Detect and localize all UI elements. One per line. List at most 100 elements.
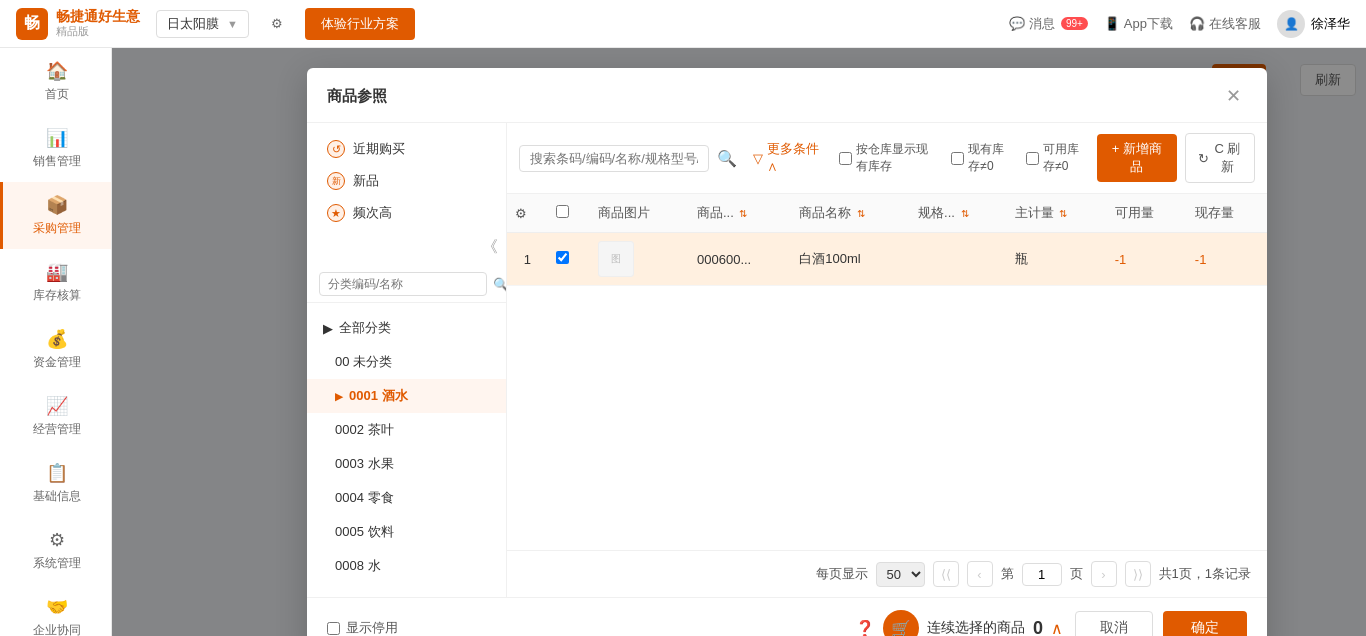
total-label: 共1页，1条记录 bbox=[1159, 565, 1251, 583]
trial-button[interactable]: 体验行业方案 bbox=[305, 8, 415, 40]
refresh-button[interactable]: ↻ C 刷新 bbox=[1185, 133, 1255, 183]
page-suffix: 页 bbox=[1070, 565, 1083, 583]
recent-label: 近期购买 bbox=[353, 140, 405, 158]
select-all-checkbox[interactable] bbox=[556, 205, 569, 218]
category-appliances[interactable]: 0010 家电 bbox=[307, 583, 506, 587]
first-page-button[interactable]: ⟨⟨ bbox=[933, 561, 959, 587]
help-icon[interactable]: ❓ bbox=[855, 619, 875, 637]
cancel-button[interactable]: 取消 bbox=[1075, 611, 1153, 636]
filter-recent[interactable]: ↺ 近期购买 bbox=[319, 133, 494, 165]
cart-collapse-icon[interactable]: ∧ bbox=[1051, 619, 1063, 637]
product-table-wrap: ⚙ 商品图片 商品... ⇅ 商品名称 ⇅ bbox=[507, 194, 1267, 550]
logo-area: 畅 畅捷通好生意 精品版 bbox=[16, 8, 140, 40]
name-sort-icon[interactable]: ⇅ bbox=[857, 208, 865, 219]
store-selector[interactable]: 日太阳膜 ▼ bbox=[156, 10, 249, 38]
available-stock-checkbox[interactable]: 现有库存≠0 bbox=[951, 141, 1014, 175]
home-icon: 🏠 bbox=[46, 60, 68, 82]
sidebar-item-sales[interactable]: 📊 销售管理 bbox=[0, 115, 111, 182]
sidebar-item-basic[interactable]: 📋 基础信息 bbox=[0, 450, 111, 517]
main-layout: 🏠 首页 📊 销售管理 📦 采购管理 🏭 库存核算 💰 资金管理 📈 经营管理 … bbox=[0, 48, 1366, 636]
page-number-input[interactable] bbox=[1022, 563, 1062, 586]
row-spec bbox=[910, 233, 1007, 286]
category-uncategorized[interactable]: 00 未分类 bbox=[307, 345, 506, 379]
sidebar-label-system: 系统管理 bbox=[33, 555, 81, 572]
modal-title: 商品参照 bbox=[327, 87, 387, 106]
category-water[interactable]: 0008 水 bbox=[307, 549, 506, 583]
sidebar-label-sales: 销售管理 bbox=[33, 153, 81, 170]
dropdown-arrow-icon: ▼ bbox=[227, 18, 238, 30]
page-size-label: 每页显示 bbox=[816, 565, 868, 583]
product-search-icon[interactable]: 🔍 bbox=[717, 149, 737, 168]
category-search-icon[interactable]: 🔍 bbox=[493, 277, 507, 292]
code-sort-icon[interactable]: ⇅ bbox=[739, 208, 747, 219]
freq-label: 频次高 bbox=[353, 204, 392, 222]
row-no: 1 bbox=[507, 233, 548, 286]
category-all[interactable]: ▶ 全部分类 bbox=[307, 311, 506, 345]
cart-label: 连续选择的商品 bbox=[927, 619, 1025, 636]
cart-area: ❓ 🛒 连续选择的商品 0 ∧ bbox=[855, 610, 1063, 636]
table-row[interactable]: 1 图 bbox=[507, 233, 1267, 286]
modal-header: 商品参照 ✕ bbox=[307, 68, 1267, 123]
left-panel: ↺ 近期购买 新 新品 ★ 频次高 《 bbox=[307, 123, 507, 597]
headset-icon: 🎧 bbox=[1189, 16, 1205, 31]
category-drinks[interactable]: 0005 饮料 bbox=[307, 515, 506, 549]
col-checkbox bbox=[548, 194, 590, 233]
content-area: 查询 设置 刷新 商品参照 ✕ ↺ 近期购买 bbox=[112, 48, 1366, 636]
show-disabled-checkbox[interactable] bbox=[327, 622, 340, 635]
new-label: 新品 bbox=[353, 172, 379, 190]
warehouse-stock-checkbox[interactable]: 按仓库显示现有库存 bbox=[839, 141, 939, 175]
product-image: 图 bbox=[598, 241, 634, 277]
prev-page-button[interactable]: ‹ bbox=[967, 561, 993, 587]
sidebar-label-inventory: 库存核算 bbox=[33, 287, 81, 304]
sidebar-item-system[interactable]: ⚙ 系统管理 bbox=[0, 517, 111, 584]
sidebar-item-enterprise[interactable]: 🤝 企业协同 bbox=[0, 584, 111, 636]
category-search-input[interactable] bbox=[319, 272, 487, 296]
right-panel: 🔍 ▽ 更多条件 ∧ 按仓库显示现有库存 bbox=[507, 123, 1267, 597]
unit-sort-icon[interactable]: ⇅ bbox=[1059, 208, 1067, 219]
message-button[interactable]: 💬 消息 99+ bbox=[1009, 15, 1088, 33]
category-snacks[interactable]: 0004 零食 bbox=[307, 481, 506, 515]
page-label: 第 bbox=[1001, 565, 1014, 583]
product-search-input[interactable] bbox=[519, 145, 709, 172]
category-liquor[interactable]: ▶ 0001 酒水 bbox=[307, 379, 506, 413]
usable-stock-checkbox[interactable]: 可用库存≠0 bbox=[1026, 141, 1089, 175]
collapse-button[interactable]: 《 bbox=[307, 237, 506, 266]
modal-close-button[interactable]: ✕ bbox=[1219, 82, 1247, 110]
filter-frequent[interactable]: ★ 频次高 bbox=[319, 197, 494, 229]
category-tea[interactable]: 0002 茶叶 bbox=[307, 413, 506, 447]
topbar-right: 💬 消息 99+ 📱 App下载 🎧 在线客服 👤 徐泽华 bbox=[1009, 10, 1350, 38]
sidebar-item-inventory[interactable]: 🏭 库存核算 bbox=[0, 249, 111, 316]
confirm-button[interactable]: 确定 bbox=[1163, 611, 1247, 636]
sidebar-item-purchase[interactable]: 📦 采购管理 bbox=[0, 182, 111, 249]
category-fruits[interactable]: 0003 水果 bbox=[307, 447, 506, 481]
product-reference-modal: 商品参照 ✕ ↺ 近期购买 新 新品 bbox=[307, 68, 1267, 636]
next-page-button[interactable]: › bbox=[1091, 561, 1117, 587]
topbar: 畅 畅捷通好生意 精品版 日太阳膜 ▼ ⚙ 体验行业方案 💬 消息 99+ 📱 … bbox=[0, 0, 1366, 48]
row-avail: -1 bbox=[1107, 233, 1187, 286]
last-page-button[interactable]: ⟩⟩ bbox=[1125, 561, 1151, 587]
filter-new[interactable]: 新 新品 bbox=[319, 165, 494, 197]
finance-icon: 💰 bbox=[46, 328, 68, 350]
page-size-select[interactable]: 50 bbox=[876, 562, 925, 587]
category-list: ▶ 全部分类 00 未分类 ▶ 0001 酒水 0002 茶叶 bbox=[307, 311, 506, 587]
show-disabled-checkbox-label[interactable]: 显示停用 bbox=[327, 619, 398, 636]
app-download-button[interactable]: 📱 App下载 bbox=[1104, 15, 1173, 33]
settings-icon[interactable]: ⚙ bbox=[261, 8, 293, 40]
freq-icon: ★ bbox=[327, 204, 345, 222]
col-unit: 主计量 ⇅ bbox=[1007, 194, 1107, 233]
cart-button[interactable]: 🛒 bbox=[883, 610, 919, 636]
spec-sort-icon[interactable]: ⇅ bbox=[961, 208, 969, 219]
collapse-icon: 《 bbox=[482, 237, 498, 258]
product-toolbar: 🔍 ▽ 更多条件 ∧ 按仓库显示现有库存 bbox=[507, 123, 1267, 194]
row-img-cell: 图 bbox=[590, 233, 689, 286]
row-checkbox[interactable] bbox=[556, 251, 569, 264]
add-product-button[interactable]: + 新增商品 bbox=[1097, 134, 1177, 182]
sidebar-item-home[interactable]: 🏠 首页 bbox=[0, 48, 111, 115]
sidebar-item-finance[interactable]: 💰 资金管理 bbox=[0, 316, 111, 383]
online-service-button[interactable]: 🎧 在线客服 bbox=[1189, 15, 1261, 33]
more-filter-button[interactable]: ▽ 更多条件 ∧ bbox=[745, 135, 827, 181]
sidebar-item-operations[interactable]: 📈 经营管理 bbox=[0, 383, 111, 450]
user-area[interactable]: 👤 徐泽华 bbox=[1277, 10, 1350, 38]
cart-count: 0 bbox=[1033, 618, 1043, 637]
logo-sub: 精品版 bbox=[56, 24, 140, 39]
